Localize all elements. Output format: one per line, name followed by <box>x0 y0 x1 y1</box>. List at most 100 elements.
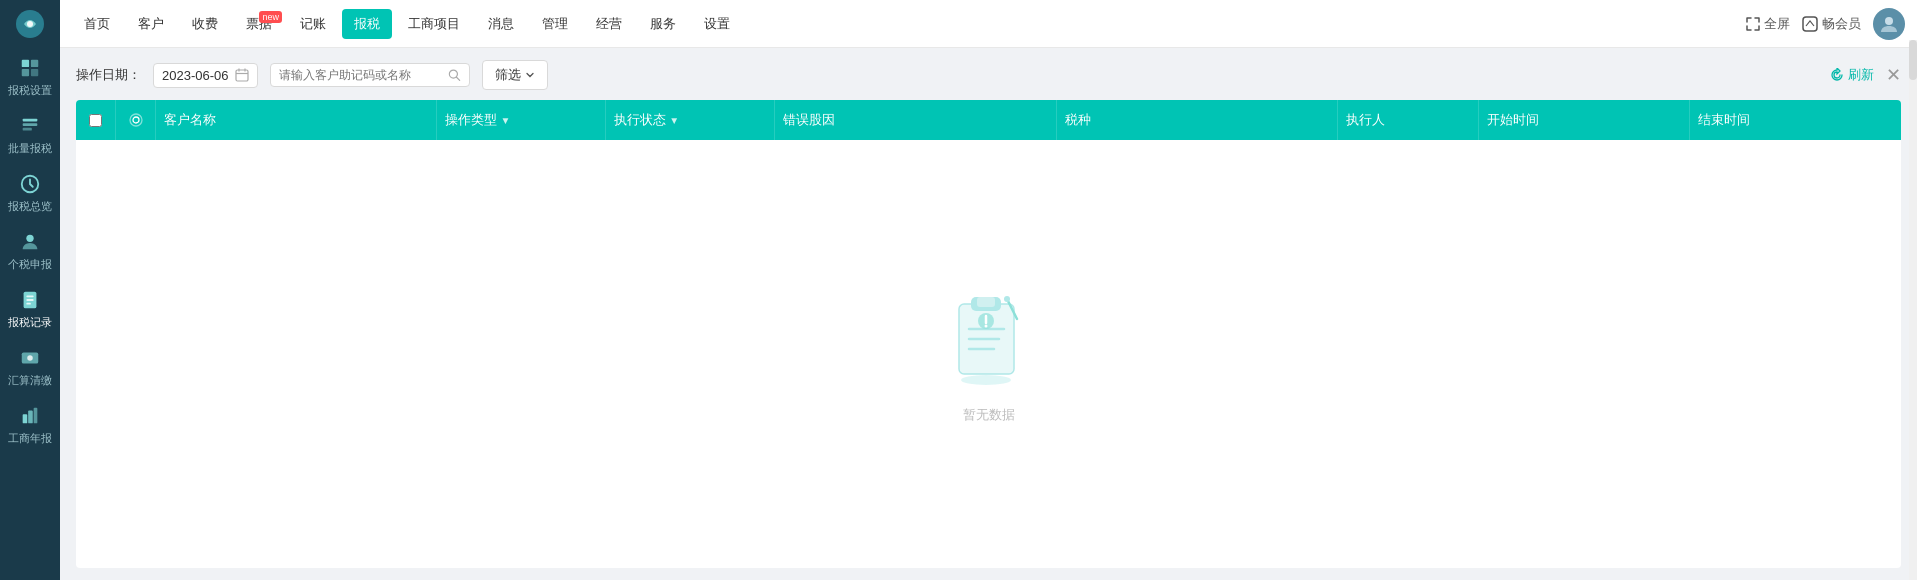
sidebar-item-tax-records[interactable]: 报税记录 <box>0 280 60 338</box>
search-input[interactable] <box>279 68 442 82</box>
chevron-down-icon <box>525 70 535 80</box>
fullscreen-label: 全屏 <box>1764 15 1790 33</box>
nav-billing[interactable]: 收费 <box>180 9 230 39</box>
column-settings-icon <box>128 112 144 128</box>
sidebar-item-personal-tax[interactable]: 个税申报 <box>0 222 60 280</box>
th-tax-type: 税种 <box>1057 100 1338 140</box>
member-btn[interactable]: 畅会员 <box>1802 15 1861 33</box>
nav-settings[interactable]: 设置 <box>692 9 742 39</box>
nav-customer[interactable]: 客户 <box>126 9 176 39</box>
svg-rect-4 <box>22 69 29 76</box>
content-area: 操作日期： 2023-06-06 筛选 <box>60 48 1917 580</box>
svg-point-16 <box>27 355 33 361</box>
sidebar-item-tax-records-label: 报税记录 <box>8 315 52 330</box>
topnav: 首页 客户 收费 票据 new 记账 报税 工商项目 消息 <box>60 0 1917 48</box>
date-label: 操作日期： <box>76 66 141 84</box>
svg-point-28 <box>133 117 139 123</box>
svg-point-40 <box>1004 296 1010 302</box>
svg-rect-8 <box>23 128 32 131</box>
svg-rect-17 <box>23 414 28 423</box>
user-avatar[interactable] <box>1873 8 1905 40</box>
tax-records-icon <box>18 288 42 312</box>
sidebar-item-annual-report[interactable]: 工商年报 <box>0 396 60 454</box>
svg-rect-32 <box>977 297 995 307</box>
svg-point-38 <box>984 325 987 328</box>
th-operation-type[interactable]: 操作类型 ▼ <box>437 100 606 140</box>
filter-label: 筛选 <box>495 66 521 84</box>
sidebar-item-tax-overview[interactable]: 报税总览 <box>0 164 60 222</box>
sidebar-item-tax-settings[interactable]: 报税设置 <box>0 48 60 106</box>
th-end-time: 结束时间 <box>1690 100 1901 140</box>
app-logo[interactable] <box>0 0 60 48</box>
th-customer-name-label: 客户名称 <box>164 111 216 129</box>
tax-settings-icon <box>18 56 42 80</box>
member-label: 畅会员 <box>1822 15 1861 33</box>
svg-point-21 <box>1885 17 1893 25</box>
search-icon <box>448 68 461 82</box>
select-all-checkbox[interactable] <box>89 114 102 127</box>
empty-illustration <box>939 284 1039 394</box>
nav-tax[interactable]: 报税 <box>342 9 392 39</box>
tax-overview-icon <box>18 172 42 196</box>
nav-business[interactable]: 工商项目 <box>396 9 472 39</box>
svg-rect-3 <box>31 60 38 67</box>
th-error-reason-label: 错误股因 <box>783 111 835 129</box>
th-customer-name: 客户名称 <box>156 100 437 140</box>
table-header: 客户名称 操作类型 ▼ 执行状态 ▼ 错误股因 税种 执行人 <box>76 100 1901 140</box>
fullscreen-btn[interactable]: 全屏 <box>1746 15 1790 33</box>
invoice-badge: new <box>259 11 282 24</box>
sidebar-item-settlement-label: 汇算清缴 <box>8 373 52 388</box>
svg-rect-6 <box>23 119 38 122</box>
nav-home[interactable]: 首页 <box>72 9 122 39</box>
table-wrap: 客户名称 操作类型 ▼ 执行状态 ▼ 错误股因 税种 执行人 <box>76 100 1901 568</box>
nav-messages[interactable]: 消息 <box>476 9 526 39</box>
fullscreen-icon <box>1746 17 1760 31</box>
th-exec-status-label: 执行状态 <box>614 111 666 129</box>
sidebar-item-tax-overview-label: 报税总览 <box>8 199 52 214</box>
svg-point-1 <box>27 21 33 27</box>
th-exec-status[interactable]: 执行状态 ▼ <box>606 100 775 140</box>
close-button[interactable]: ✕ <box>1886 66 1901 84</box>
nav-items: 首页 客户 收费 票据 new 记账 报税 工商项目 消息 <box>72 9 1746 39</box>
refresh-button[interactable]: 刷新 <box>1830 66 1874 84</box>
th-executor: 执行人 <box>1338 100 1479 140</box>
th-executor-label: 执行人 <box>1346 111 1385 129</box>
calendar-icon <box>235 68 249 82</box>
main-area: 首页 客户 收费 票据 new 记账 报税 工商项目 消息 <box>60 0 1917 580</box>
th-start-time: 开始时间 <box>1479 100 1690 140</box>
batch-tax-icon <box>18 114 42 138</box>
settlement-icon <box>18 346 42 370</box>
th-tax-type-label: 税种 <box>1065 111 1091 129</box>
th-operation-type-label: 操作类型 <box>445 111 497 129</box>
nav-invoice[interactable]: 票据 new <box>234 9 284 39</box>
refresh-icon <box>1830 68 1844 82</box>
th-checkbox[interactable] <box>76 100 116 140</box>
nav-services[interactable]: 服务 <box>638 9 688 39</box>
svg-line-27 <box>456 77 459 80</box>
sidebar: 报税设置 批量报税 报税总览 个税申报 <box>0 0 60 580</box>
date-value: 2023-06-06 <box>162 68 229 83</box>
svg-rect-12 <box>26 295 33 297</box>
th-end-time-label: 结束时间 <box>1698 111 1750 129</box>
sidebar-item-batch-tax[interactable]: 批量报税 <box>0 106 60 164</box>
nav-operations[interactable]: 经营 <box>584 9 634 39</box>
nav-management[interactable]: 管理 <box>530 9 580 39</box>
filter-button[interactable]: 筛选 <box>482 60 548 90</box>
th-settings[interactable] <box>116 100 156 140</box>
svg-rect-18 <box>28 411 33 424</box>
svg-rect-5 <box>31 69 38 76</box>
date-picker[interactable]: 2023-06-06 <box>153 63 258 88</box>
table-body: 暂无数据 <box>76 140 1901 568</box>
sidebar-item-settlement[interactable]: 汇算清缴 <box>0 338 60 396</box>
topnav-right: 全屏 畅会员 <box>1746 8 1905 40</box>
svg-rect-7 <box>23 123 38 126</box>
svg-rect-22 <box>236 70 248 81</box>
th-error-reason: 错误股因 <box>775 100 1056 140</box>
th-start-time-label: 开始时间 <box>1487 111 1539 129</box>
annual-report-icon <box>18 404 42 428</box>
search-box[interactable] <box>270 63 470 87</box>
svg-rect-2 <box>22 60 29 67</box>
nav-accounts[interactable]: 记账 <box>288 9 338 39</box>
svg-point-41 <box>961 375 1011 385</box>
sidebar-item-annual-report-label: 工商年报 <box>8 431 52 446</box>
